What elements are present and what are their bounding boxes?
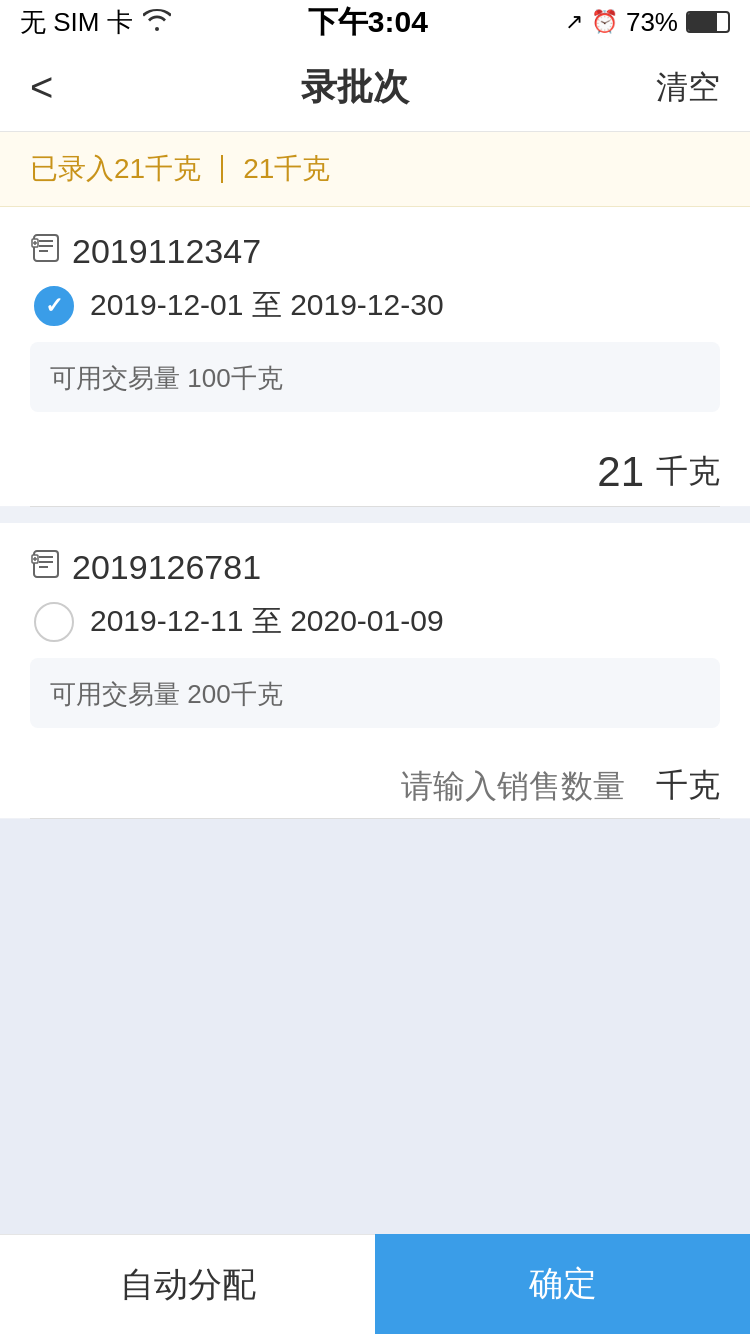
- batch-2-icon: [30, 547, 62, 587]
- battery-indicator: [686, 11, 730, 33]
- batch-2-amount-row[interactable]: 千克: [0, 748, 750, 818]
- confirm-button[interactable]: 确定: [375, 1234, 750, 1334]
- batch-1-date-row[interactable]: 2019-12-01 至 2019-12-30: [30, 285, 720, 326]
- summary-divider: [221, 155, 223, 183]
- batch-1-amount-row: 21 千克: [0, 432, 750, 506]
- back-button[interactable]: <: [30, 65, 53, 110]
- batch-2-date: 2019-12-11 至 2020-01-09: [90, 601, 444, 642]
- batch-1-unit: 千克: [656, 450, 720, 494]
- no-sim-text: 无 SIM 卡: [20, 5, 133, 40]
- batch-2-date-row[interactable]: 2019-12-11 至 2020-01-09: [30, 601, 720, 642]
- summary-bar: 已录入21千克 21千克: [0, 132, 750, 207]
- battery-pct: 73%: [626, 7, 678, 38]
- batch-1-date: 2019-12-01 至 2019-12-30: [90, 285, 444, 326]
- batch-2-unit: 千克: [656, 764, 720, 808]
- batch-2-radio[interactable]: [34, 602, 74, 642]
- clear-button[interactable]: 清空: [656, 66, 720, 110]
- alarm-icon: ⏰: [591, 9, 618, 35]
- location-icon: ↗: [565, 9, 583, 35]
- batch-2-available: 可用交易量 200千克: [30, 658, 720, 728]
- auto-distribute-button[interactable]: 自动分配: [0, 1234, 375, 1334]
- batch-1-icon: [30, 231, 62, 271]
- batch-2-quantity-input[interactable]: [30, 768, 640, 805]
- batch-1-available: 可用交易量 100千克: [30, 342, 720, 412]
- bottom-bar: 自动分配 确定: [0, 1234, 750, 1334]
- wifi-icon: [143, 7, 171, 38]
- batch-item-1: 2019112347 2019-12-01 至 2019-12-30 可用交易量…: [0, 207, 750, 432]
- nav-bar: < 录批次 清空: [0, 44, 750, 132]
- summary-value: 21千克: [243, 150, 330, 188]
- batch-1-id: 2019112347: [72, 232, 261, 271]
- batch-item-2: 2019126781 2019-12-11 至 2020-01-09 可用交易量…: [0, 523, 750, 748]
- batch-1-amount: 21: [597, 448, 644, 496]
- status-right: ↗ ⏰ 73%: [565, 7, 730, 38]
- batch-2-header: 2019126781: [30, 547, 720, 587]
- batch-1-radio[interactable]: [34, 286, 74, 326]
- status-left: 无 SIM 卡: [20, 5, 171, 40]
- status-bar: 无 SIM 卡 下午3:04 ↗ ⏰ 73%: [0, 0, 750, 44]
- recorded-amount: 已录入21千克: [30, 150, 201, 188]
- section-divider: [0, 507, 750, 523]
- page-title: 录批次: [301, 63, 409, 112]
- batch-1-header: 2019112347: [30, 231, 720, 271]
- content-area: 2019112347 2019-12-01 至 2019-12-30 可用交易量…: [0, 207, 750, 1309]
- batch-2-id: 2019126781: [72, 548, 261, 587]
- time-display: 下午3:04: [308, 2, 428, 43]
